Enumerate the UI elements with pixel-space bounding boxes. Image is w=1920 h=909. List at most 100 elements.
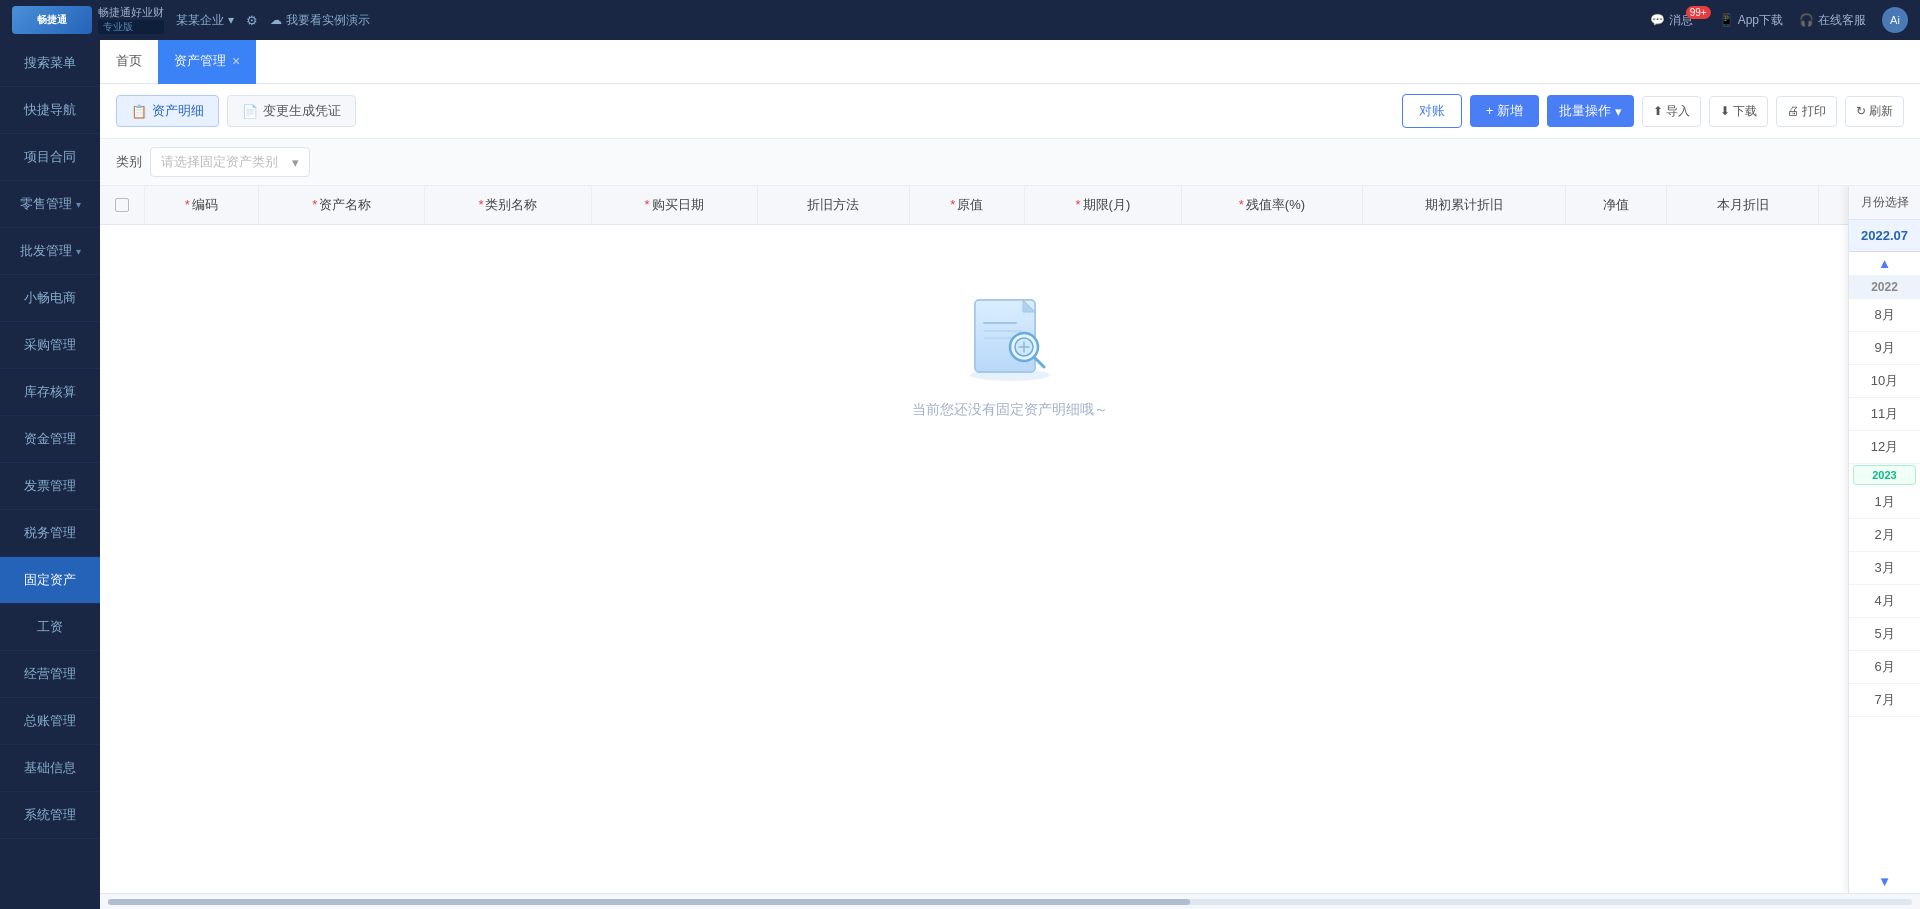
sidebar-item-ops-mgmt[interactable]: 经营管理 bbox=[0, 651, 100, 698]
message-icon: 💬 bbox=[1650, 13, 1665, 27]
message-badge: 99+ bbox=[1686, 6, 1711, 19]
col-original-value: *原值 bbox=[909, 186, 1024, 225]
select-all-checkbox[interactable] bbox=[115, 198, 129, 212]
sidebar-item-system-mgmt[interactable]: 系统管理 bbox=[0, 792, 100, 839]
top-bar-right: 💬 消息 99+ 📱 App下载 🎧 在线客服 Ai bbox=[1650, 7, 1908, 33]
filter-bar: 类别 请选择固定资产类别 ▾ bbox=[100, 139, 1920, 186]
main-layout: 搜索菜单 快捷导航 项目合同 零售管理 ▾ 批发管理 ▾ 小畅电商 采购管理 库… bbox=[0, 40, 1920, 909]
refresh-label: 刷新 bbox=[1869, 103, 1893, 120]
scrollbar-thumb bbox=[108, 899, 1190, 905]
category-filter-placeholder: 请选择固定资产类别 bbox=[161, 153, 278, 171]
sidebar-label-project-contract: 项目合同 bbox=[24, 148, 76, 166]
company-selector[interactable]: 某某企业 ▾ bbox=[176, 12, 234, 29]
table-container: *编码 *资产名称 *类别名称 *购买日期 折旧方法 *原值 *期限(月) *残… bbox=[100, 186, 1920, 893]
nav-tab-home[interactable]: 首页 bbox=[100, 40, 158, 84]
refresh-button[interactable]: ↻ 刷新 bbox=[1845, 96, 1904, 127]
month-item-2023-6[interactable]: 6月 bbox=[1849, 651, 1920, 684]
add-label: + 新增 bbox=[1486, 102, 1523, 120]
sidebar-item-purchase-mgmt[interactable]: 采购管理 bbox=[0, 322, 100, 369]
month-item-11[interactable]: 11月 bbox=[1849, 398, 1920, 431]
month-item-2023-3[interactable]: 3月 bbox=[1849, 552, 1920, 585]
content-area: 首页 资产管理 × 📋 资产明细 📄 变更生成凭证 bbox=[100, 40, 1920, 909]
month-item-12[interactable]: 12月 bbox=[1849, 431, 1920, 464]
col-asset-name: *资产名称 bbox=[259, 186, 425, 225]
sidebar-item-general-ledger[interactable]: 总账管理 bbox=[0, 698, 100, 745]
online-service-button[interactable]: 🎧 在线客服 bbox=[1799, 12, 1866, 29]
month-item-2023-2[interactable]: 2月 bbox=[1849, 519, 1920, 552]
tab-asset-detail[interactable]: 📋 资产明细 bbox=[116, 95, 219, 127]
sidebar-item-invoice-mgmt[interactable]: 发票管理 bbox=[0, 463, 100, 510]
page-toolbar: 📋 资产明细 📄 变更生成凭证 对账 + 新增 批量操作 bbox=[100, 84, 1920, 139]
month-panel-title: 月份选择 bbox=[1861, 195, 1909, 209]
app-subtitle: 专业版 bbox=[98, 20, 164, 34]
download-button[interactable]: ⬇ 下载 bbox=[1709, 96, 1768, 127]
company-name: 某某企业 bbox=[176, 12, 224, 29]
add-button[interactable]: + 新增 bbox=[1470, 95, 1539, 127]
import-icon: ⬆ bbox=[1653, 104, 1663, 118]
sidebar-label-batch-mgmt: 批发管理 bbox=[20, 242, 72, 260]
app-download-label: App下载 bbox=[1738, 12, 1783, 29]
service-icon: 🎧 bbox=[1799, 13, 1814, 27]
print-icon: 🖨 bbox=[1787, 104, 1799, 118]
nav-tab-asset-mgmt[interactable]: 资产管理 × bbox=[158, 40, 256, 84]
sidebar-item-search-menu[interactable]: 搜索菜单 bbox=[0, 40, 100, 87]
nav-tab-close-icon[interactable]: × bbox=[232, 53, 240, 69]
col-net-value: 净值 bbox=[1566, 186, 1667, 225]
sidebar-item-quick-nav[interactable]: 快捷导航 bbox=[0, 87, 100, 134]
batch-ops-button[interactable]: 批量操作 ▾ bbox=[1547, 95, 1634, 127]
reconcile-label: 对账 bbox=[1419, 102, 1445, 120]
sidebar-item-basic-info[interactable]: 基础信息 bbox=[0, 745, 100, 792]
demo-link-text: 我要看实例演示 bbox=[286, 12, 370, 29]
month-item-9[interactable]: 9月 bbox=[1849, 332, 1920, 365]
change-voucher-label: 变更生成凭证 bbox=[263, 102, 341, 120]
sidebar-item-batch-mgmt[interactable]: 批发管理 ▾ bbox=[0, 228, 100, 275]
sidebar-label-payroll: 工资 bbox=[37, 618, 63, 636]
reconcile-button[interactable]: 对账 bbox=[1402, 94, 1462, 128]
month-item-2023-4[interactable]: 4月 bbox=[1849, 585, 1920, 618]
month-item-2023-5[interactable]: 5月 bbox=[1849, 618, 1920, 651]
app-title: 畅捷通好业财 bbox=[98, 6, 164, 19]
sidebar-label-fund-mgmt: 资金管理 bbox=[24, 430, 76, 448]
col-checkbox bbox=[100, 186, 144, 225]
sidebar-item-small-ecommerce[interactable]: 小畅电商 bbox=[0, 275, 100, 322]
sidebar-item-inventory[interactable]: 库存核算 bbox=[0, 369, 100, 416]
user-avatar[interactable]: Ai bbox=[1882, 7, 1908, 33]
sidebar-label-purchase-mgmt: 采购管理 bbox=[24, 336, 76, 354]
online-service-label: 在线客服 bbox=[1818, 12, 1866, 29]
sidebar-label-system-mgmt: 系统管理 bbox=[24, 806, 76, 824]
sidebar-item-fixed-assets[interactable]: 固定资产 bbox=[0, 557, 100, 604]
message-button[interactable]: 💬 消息 99+ bbox=[1650, 12, 1703, 29]
dropdown-icon: ▾ bbox=[228, 13, 234, 27]
sidebar-item-payroll[interactable]: 工资 bbox=[0, 604, 100, 651]
brand-section: 畅捷通 畅捷通好业财 专业版 bbox=[12, 6, 164, 34]
month-item-10[interactable]: 10月 bbox=[1849, 365, 1920, 398]
tab-change-voucher[interactable]: 📄 变更生成凭证 bbox=[227, 95, 356, 127]
col-period-months: *期限(月) bbox=[1024, 186, 1182, 225]
nav-tabs-bar: 首页 资产管理 × bbox=[100, 40, 1920, 84]
month-nav-down[interactable]: ▼ bbox=[1849, 870, 1920, 893]
sidebar-item-retail-mgmt[interactable]: 零售管理 ▾ bbox=[0, 181, 100, 228]
sidebar-label-small-ecommerce: 小畅电商 bbox=[24, 289, 76, 307]
month-item-8[interactable]: 8月 bbox=[1849, 299, 1920, 332]
sidebar-item-fund-mgmt[interactable]: 资金管理 bbox=[0, 416, 100, 463]
category-filter-arrow: ▾ bbox=[292, 155, 299, 170]
sidebar-item-tax-mgmt[interactable]: 税务管理 bbox=[0, 510, 100, 557]
month-item-2023-7[interactable]: 7月 bbox=[1849, 684, 1920, 717]
month-panel: 月份选择 2022.07 ▲ 2022 8月 9月 10月 11月 12月 20… bbox=[1848, 186, 1920, 893]
asset-detail-icon: 📋 bbox=[131, 104, 147, 119]
selected-month-label: 2022.07 bbox=[1861, 228, 1908, 243]
settings-button[interactable]: ⚙ bbox=[246, 13, 258, 28]
sidebar-item-project-contract[interactable]: 项目合同 bbox=[0, 134, 100, 181]
app-icon: 📱 bbox=[1719, 13, 1734, 27]
print-button[interactable]: 🖨 打印 bbox=[1776, 96, 1837, 127]
month-nav-up[interactable]: ▲ bbox=[1849, 252, 1920, 275]
app-download-button[interactable]: 📱 App下载 bbox=[1719, 12, 1783, 29]
col-purchase-date: *购买日期 bbox=[591, 186, 757, 225]
scrollbar-track[interactable] bbox=[108, 899, 1912, 905]
demo-link[interactable]: ☁ 我要看实例演示 bbox=[270, 12, 370, 29]
download-label: 下载 bbox=[1733, 103, 1757, 120]
category-filter-select[interactable]: 请选择固定资产类别 ▾ bbox=[150, 147, 310, 177]
import-button[interactable]: ⬆ 导入 bbox=[1642, 96, 1701, 127]
table-month-area: *编码 *资产名称 *类别名称 *购买日期 折旧方法 *原值 *期限(月) *残… bbox=[100, 186, 1920, 893]
month-item-2023-1[interactable]: 1月 bbox=[1849, 486, 1920, 519]
